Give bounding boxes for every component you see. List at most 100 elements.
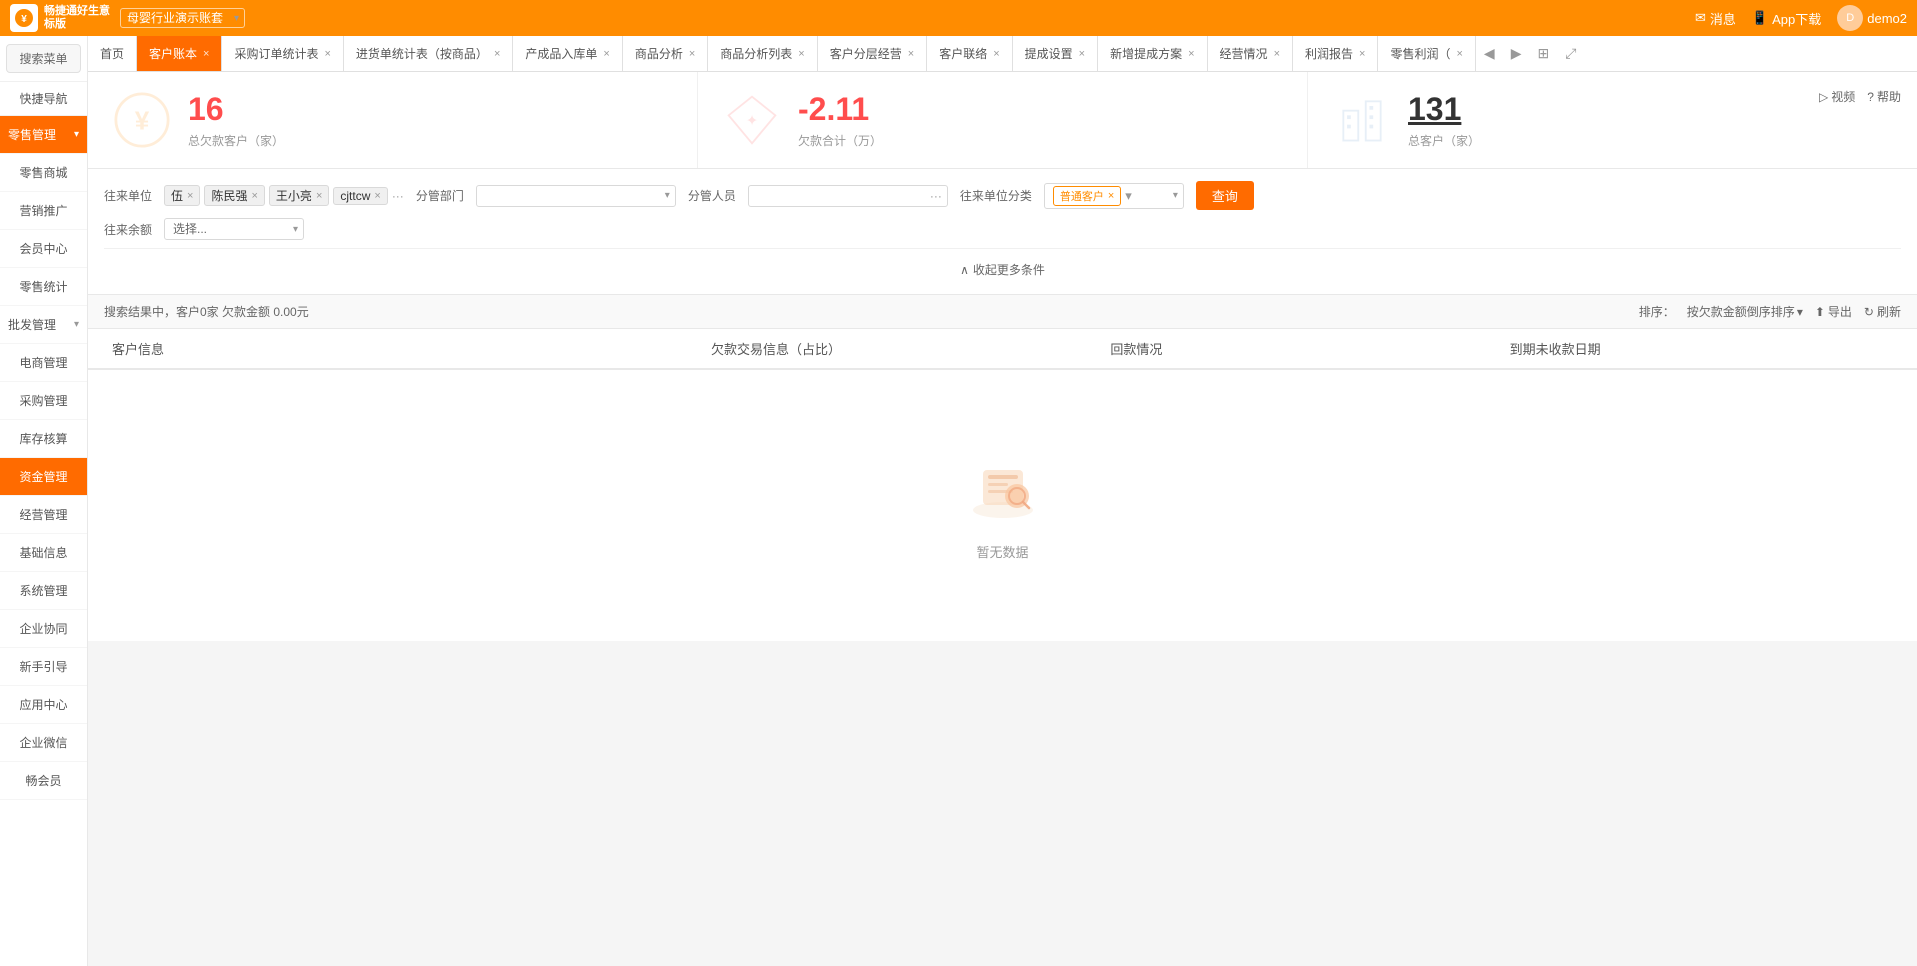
- tab-close-tips[interactable]: ×: [1079, 48, 1085, 60]
- filter-row-2: 往来余额 选择...: [104, 218, 1901, 240]
- sidebar-item-basic-info[interactable]: 基础信息: [0, 534, 87, 572]
- stat-actions: ▷ 视频 ? 帮助: [1819, 88, 1901, 105]
- sidebar-item-new-guide[interactable]: 新手引导: [0, 648, 87, 686]
- filter-dept-input[interactable]: [476, 185, 676, 207]
- unit-type-dropdown[interactable]: ▾: [1125, 188, 1132, 204]
- yuan-icon: ¥: [112, 90, 172, 150]
- filter-person-input[interactable]: [748, 185, 948, 207]
- sidebar-item-operation[interactable]: 经营管理: [0, 496, 87, 534]
- sidebar-search[interactable]: 搜索菜单: [0, 36, 87, 82]
- filter-unit-label: 往来单位: [104, 187, 152, 204]
- sort-label: 排序：: [1639, 303, 1675, 320]
- sidebar-item-enterprise-coop[interactable]: 企业协同: [0, 610, 87, 648]
- export-btn[interactable]: ⬆ 导出: [1815, 303, 1852, 320]
- tab-instock[interactable]: 进货单统计表（按商品） ×: [344, 36, 513, 72]
- table-header: 客户信息 欠款交易信息（占比） 回款情况 到期未收款日期: [88, 329, 1917, 370]
- filter-unit-tags: 伍 × 陈民强 × 王小亮 ×: [164, 185, 404, 206]
- stat-label-total: 总客户（家）: [1408, 132, 1893, 149]
- stats-row: ¥ 16 总欠款客户（家） ✦: [88, 72, 1917, 169]
- app-download-btn[interactable]: 📱 App下载: [1752, 9, 1821, 28]
- tab-op-status[interactable]: 经营情况 ×: [1208, 36, 1293, 72]
- tab-close-instock[interactable]: ×: [494, 48, 500, 60]
- sidebar-item-batch-mgmt[interactable]: 批发管理 ▾: [0, 306, 87, 344]
- sidebar-item-retail-stats[interactable]: 零售统计: [0, 268, 87, 306]
- tab-retail-profit[interactable]: 零售利润（ ×: [1378, 36, 1475, 72]
- expand-icon: ▾: [74, 129, 79, 140]
- expand-icon-batch: ▾: [74, 319, 79, 330]
- sidebar-item-retail-mgmt[interactable]: 零售管理 ▾: [0, 116, 87, 154]
- tab-goods-analysis[interactable]: 商品分析 ×: [623, 36, 708, 72]
- video-btn[interactable]: ▷ 视频: [1819, 88, 1855, 105]
- tab-close-new-tips[interactable]: ×: [1188, 48, 1194, 60]
- tab-close-cost[interactable]: ×: [603, 48, 609, 60]
- tab-profit-report[interactable]: 利润报告 ×: [1293, 36, 1378, 72]
- tab-new-tips[interactable]: 新增提成方案 ×: [1098, 36, 1207, 72]
- filter-dept-wrap[interactable]: [476, 185, 676, 207]
- filter-balance-wrap[interactable]: 选择...: [164, 218, 304, 240]
- remove-tag-chen[interactable]: ×: [251, 190, 257, 202]
- filter-unit-type-wrap[interactable]: 普通客户 × ▾: [1044, 183, 1184, 209]
- tab-prev-btn[interactable]: ◀: [1476, 45, 1503, 62]
- remove-tag-cjttcw[interactable]: ×: [374, 190, 380, 202]
- tab-close-goods[interactable]: ×: [689, 48, 695, 60]
- search-menu-btn[interactable]: 搜索菜单: [6, 44, 81, 73]
- tab-customer[interactable]: 客户账本 ×: [137, 36, 222, 72]
- tab-close-segment[interactable]: ×: [908, 48, 914, 60]
- tab-tips-settings[interactable]: 提成设置 ×: [1013, 36, 1098, 72]
- sidebar-item-app-center[interactable]: 应用中心: [0, 686, 87, 724]
- logo-area: ¥ 畅捷通好生意 标版: [10, 4, 110, 32]
- tab-close-customer[interactable]: ×: [203, 48, 209, 60]
- tab-cost-instock[interactable]: 产成品入库单 ×: [513, 36, 622, 72]
- refresh-btn[interactable]: ↻ 刷新: [1864, 303, 1901, 320]
- tab-expand-btn[interactable]: ⊞: [1529, 45, 1557, 62]
- account-select[interactable]: 母婴行业演示账套: [120, 8, 245, 28]
- message-icon: ✉: [1695, 10, 1706, 26]
- stat-label-debt: 欠款合计（万）: [798, 132, 1283, 149]
- filter-person-wrap[interactable]: [748, 185, 948, 207]
- tab-close-profit[interactable]: ×: [1359, 48, 1365, 60]
- collapse-btn[interactable]: ∧ 收起更多条件: [960, 257, 1045, 282]
- sidebar-item-marketing[interactable]: 营销推广: [0, 192, 87, 230]
- sort-value[interactable]: 按欠款金额倒序排序 ▾: [1687, 303, 1803, 320]
- tab-close-retail[interactable]: ×: [1456, 48, 1462, 60]
- sidebar-item-ecommerce[interactable]: 电商管理: [0, 344, 87, 382]
- quick-nav-btn[interactable]: 快捷导航: [0, 82, 87, 116]
- sidebar-item-retail-mall[interactable]: 零售商城: [0, 154, 87, 192]
- user-menu[interactable]: D demo2: [1837, 5, 1907, 31]
- sidebar-item-purchase[interactable]: 采购管理: [0, 382, 87, 420]
- top-bar-right: ✉ 消息 📱 App下载 D demo2: [1695, 5, 1907, 31]
- sidebar-item-capital[interactable]: 资金管理: [0, 458, 87, 496]
- top-bar: ¥ 畅捷通好生意 标版 母婴行业演示账套 ✉ 消息 📱 App下载 D: [0, 0, 1917, 36]
- message-btn[interactable]: ✉ 消息: [1695, 9, 1736, 28]
- tab-next-btn[interactable]: ▶: [1503, 45, 1530, 62]
- sidebar-item-inventory[interactable]: 库存核算: [0, 420, 87, 458]
- sidebar-item-member-center[interactable]: 会员中心: [0, 230, 87, 268]
- tab-customer-contact[interactable]: 客户联络 ×: [927, 36, 1012, 72]
- query-button[interactable]: 查询: [1196, 181, 1254, 210]
- tab-bar: 首页 客户账本 × 采购订单统计表 × 进货单统计表（按商品） × 产成品入库单…: [88, 36, 1917, 72]
- tab-home[interactable]: 首页: [88, 36, 137, 72]
- remove-tag-wang[interactable]: ×: [316, 190, 322, 202]
- tab-close-op[interactable]: ×: [1274, 48, 1280, 60]
- sort-icon: ▾: [1797, 305, 1803, 319]
- stat-card-debt: ✦ -2.11 欠款合计（万）: [698, 72, 1308, 168]
- sidebar-item-system[interactable]: 系统管理: [0, 572, 87, 610]
- sidebar-item-enterprise-wechat[interactable]: 企业微信: [0, 724, 87, 762]
- tab-close-goods-list[interactable]: ×: [798, 48, 804, 60]
- tab-goods-analysis-list[interactable]: 商品分析列表 ×: [708, 36, 817, 72]
- tab-fullscreen-btn[interactable]: ⤢: [1557, 45, 1584, 62]
- help-btn[interactable]: ? 帮助: [1867, 88, 1901, 105]
- filter-area: 往来单位 伍 × 陈民强 × 王小亮: [88, 169, 1917, 295]
- remove-tag-wu[interactable]: ×: [187, 190, 193, 202]
- remove-customer-tag[interactable]: ×: [1108, 190, 1114, 202]
- filter-tag-wu: 伍 ×: [164, 185, 200, 206]
- filter-dept-label: 分管部门: [416, 187, 464, 204]
- filter-balance-select[interactable]: 选择...: [164, 218, 304, 240]
- sidebar-item-vip[interactable]: 畅会员: [0, 762, 87, 800]
- filter-more-btn[interactable]: ···: [392, 189, 404, 203]
- tab-customer-segment[interactable]: 客户分层经营 ×: [818, 36, 927, 72]
- tab-close-contact[interactable]: ×: [993, 48, 999, 60]
- account-select-wrap[interactable]: 母婴行业演示账套: [120, 8, 245, 28]
- tab-purchase-order[interactable]: 采购订单统计表 ×: [222, 36, 343, 72]
- tab-close-purchase[interactable]: ×: [324, 48, 330, 60]
